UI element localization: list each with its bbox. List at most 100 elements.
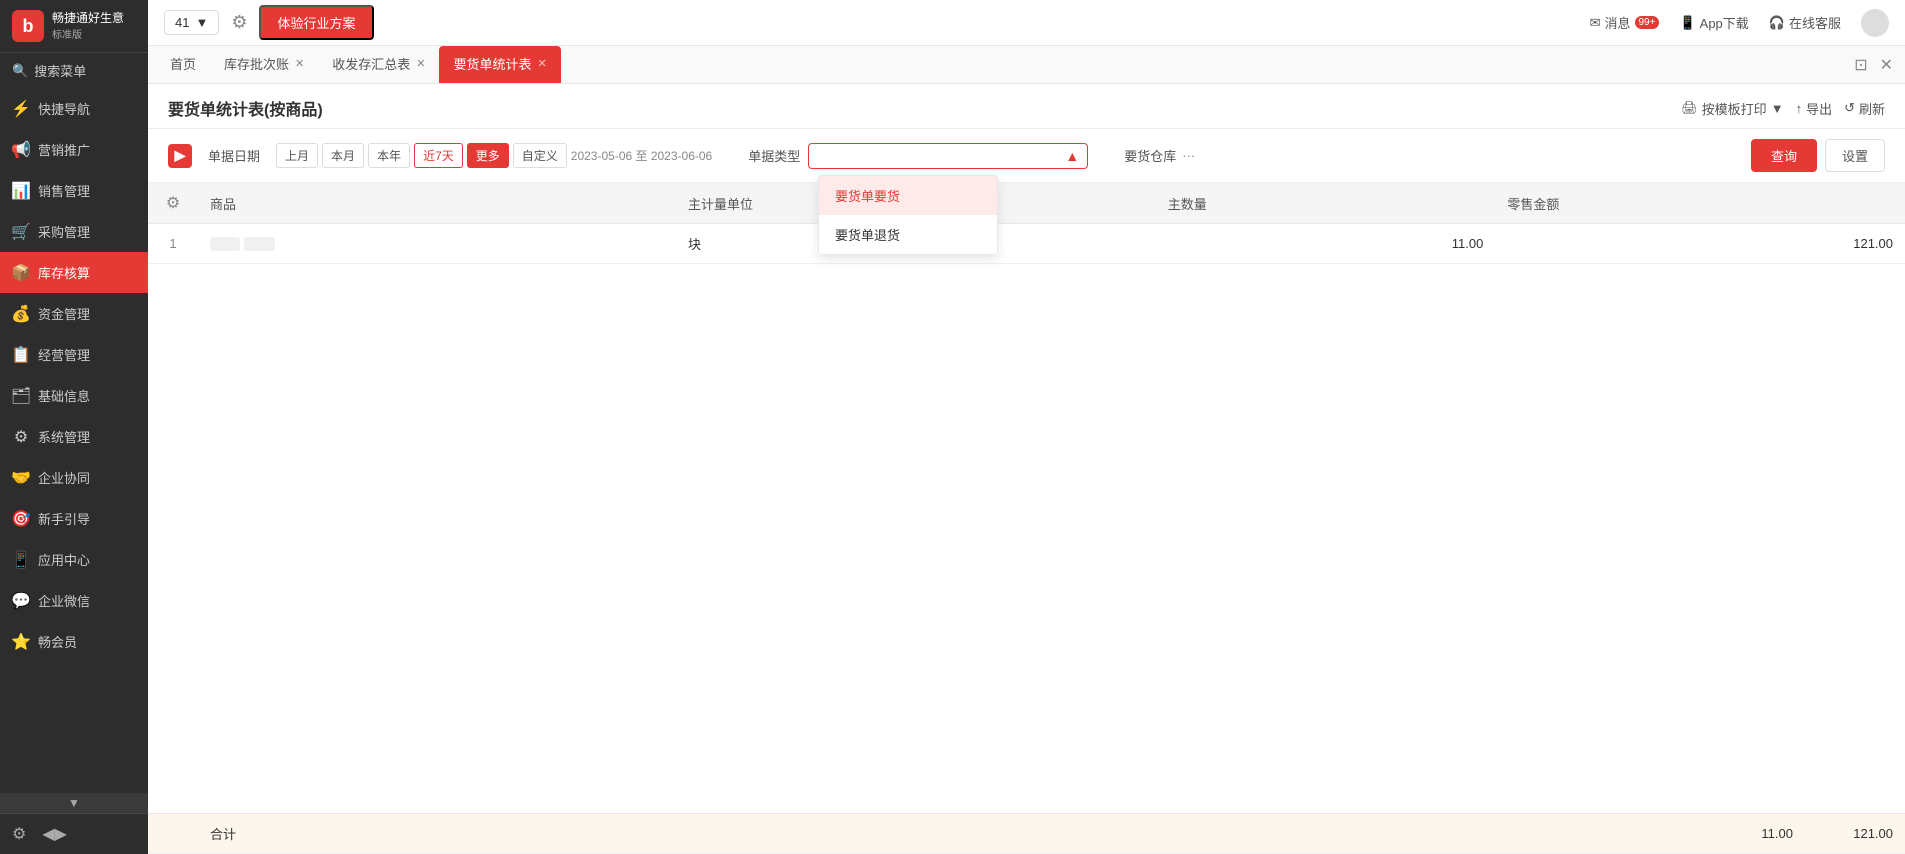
operations-icon: 📋 — [12, 346, 30, 364]
row-quantity: 11.00 — [1156, 224, 1496, 264]
sidebar-item-cooperation[interactable]: 🤝 企业协同 — [0, 457, 148, 498]
warehouse-more-icon[interactable]: ··· — [1182, 148, 1195, 163]
chevron-down-icon: ▼ — [1771, 101, 1784, 116]
type-select-value — [817, 148, 1065, 163]
sidebar-item-sales[interactable]: 📊 销售管理 — [0, 170, 148, 211]
filter-btn-this-year[interactable]: 本年 — [368, 143, 410, 168]
tab-close-all-icon[interactable]: ✕ — [1876, 51, 1897, 79]
dropdown-item-order-goods[interactable]: 要货单要货 — [819, 176, 997, 215]
service-icon: 🎧 — [1769, 15, 1785, 31]
export-button[interactable]: ↑ 导出 — [1796, 99, 1833, 118]
page-actions: 🖨 按模板打印 ▼ ↑ 导出 ↺ 刷新 — [1681, 99, 1885, 118]
dropdown-item-order-return[interactable]: 要货单退货 — [819, 215, 997, 254]
sidebar-item-finance[interactable]: 💰 资金管理 — [0, 293, 148, 334]
refresh-icon: ↺ — [1844, 100, 1855, 116]
guide-icon: 🎯 — [12, 510, 30, 528]
sidebar-item-quick-nav[interactable]: ⚡ 快捷导航 — [0, 88, 148, 129]
tab-receive-summary[interactable]: 收发存汇总表 ✕ — [318, 46, 439, 83]
product-tag2 — [244, 237, 274, 251]
filter-btn-more[interactable]: 更多 — [467, 143, 509, 168]
search-icon: 🔍 — [12, 63, 28, 79]
chevron-down-icon: ▼ — [68, 796, 80, 810]
filter-actions: 查询 设置 — [1751, 139, 1885, 172]
row-product — [198, 224, 676, 264]
filter-btn-last-month[interactable]: 上月 — [276, 143, 318, 168]
table-row: 1 块 11.00 121.00 — [148, 224, 1905, 264]
warehouse-filter-group: 要货仓库 ··· — [1124, 146, 1195, 165]
type-filter-select[interactable]: ▲ — [808, 143, 1088, 169]
finance-icon: 💰 — [12, 305, 30, 323]
avatar[interactable] — [1861, 9, 1889, 37]
sidebar-item-search[interactable]: 🔍 搜索菜单 — [0, 53, 148, 88]
settings-bottom-icon[interactable]: ⚙ — [12, 824, 26, 844]
sidebar-item-vip[interactable]: ⭐ 畅会员 — [0, 621, 148, 662]
refresh-button[interactable]: ↺ 刷新 — [1844, 99, 1885, 118]
tab-home[interactable]: 首页 — [156, 46, 210, 83]
type-filter-group: 单据类型 ▲ — [748, 143, 1088, 169]
messages-label: 消息 — [1604, 13, 1630, 32]
filter-expand-button[interactable]: ▶ — [168, 144, 192, 168]
sidebar-bottom: ⚙ ◀▶ — [0, 813, 148, 854]
trial-button[interactable]: 体验行业方案 — [259, 5, 373, 40]
app-download-btn[interactable]: 📱 App下载 — [1679, 13, 1748, 32]
sidebar-logo: b 畅捷通好生意 标准版 — [0, 0, 148, 53]
basic-icon: 🗂 — [12, 387, 30, 405]
sidebar-item-basic[interactable]: 🗂 基础信息 — [0, 375, 148, 416]
table-settings-icon[interactable]: ⚙ — [148, 183, 198, 224]
filter-btn-7days[interactable]: 近7天 — [414, 143, 463, 168]
sidebar-item-purchase[interactable]: 🛒 采购管理 — [0, 211, 148, 252]
tab-close-receive-summary[interactable]: ✕ — [416, 57, 425, 70]
sidebar-item-app-center[interactable]: 📱 应用中心 — [0, 539, 148, 580]
sidebar-item-guide[interactable]: 🎯 新手引导 — [0, 498, 148, 539]
sidebar-item-inventory[interactable]: 📦 库存核算 — [0, 252, 148, 293]
col-header-quantity: 主数量 — [1156, 183, 1496, 224]
query-button[interactable]: 查询 — [1751, 139, 1817, 172]
date-filter-group: 上月 本月 本年 近7天 更多 自定义 2023-05-06 至 2023-06… — [276, 143, 712, 168]
tenant-selector[interactable]: 41 ▼ — [164, 10, 219, 35]
quick-nav-icon: ⚡ — [12, 100, 30, 118]
sidebar-scroll-down[interactable]: ▼ — [0, 793, 148, 813]
print-button[interactable]: 🖨 按模板打印 ▼ — [1681, 99, 1783, 118]
tab-close-order-summary[interactable]: ✕ — [538, 57, 547, 70]
tab-order-summary[interactable]: 要货单统计表 ✕ — [439, 46, 560, 83]
tab-inventory-batch[interactable]: 库存批次账 ✕ — [210, 46, 318, 83]
cooperation-icon: 🤝 — [12, 469, 30, 487]
marketing-icon: 📢 — [12, 141, 30, 159]
sidebar-search-label: 搜索菜单 — [34, 61, 86, 80]
data-table-container: ⚙ 商品 主计量单位 主数量 零售金额 1 — [148, 183, 1905, 813]
brand-name: 畅捷通好生意 — [52, 11, 124, 27]
table-footer: 合计 11.00 121.00 — [148, 813, 1905, 854]
topbar: 41 ▼ ⚙ 体验行业方案 ✉ 消息 99+ 📱 App下载 🎧 在线客服 — [148, 0, 1905, 46]
filter-btn-custom[interactable]: 自定义 — [513, 143, 567, 168]
settings-icon[interactable]: ⚙ — [231, 12, 247, 33]
topbar-right: ✉ 消息 99+ 📱 App下载 🎧 在线客服 — [1590, 9, 1889, 37]
footer-label: 合计 — [198, 814, 1585, 854]
sidebar-item-wechat[interactable]: 💬 企业微信 — [0, 580, 148, 621]
type-filter-label: 单据类型 — [748, 146, 800, 165]
sidebar-item-operations[interactable]: 📋 经营管理 — [0, 334, 148, 375]
row-index: 1 — [148, 224, 198, 264]
export-icon: ↑ — [1796, 101, 1803, 116]
tabs-right-controls: ⊡ ✕ — [1850, 51, 1897, 79]
tab-close-inventory-batch[interactable]: ✕ — [295, 57, 304, 70]
tab-bar: 首页 库存批次账 ✕ 收发存汇总表 ✕ 要货单统计表 ✕ ⊡ ✕ — [148, 46, 1905, 84]
footer-quantity: 11.00 — [1705, 814, 1805, 854]
sidebar-item-system[interactable]: ⚙ 系统管理 — [0, 416, 148, 457]
filter-btn-this-month[interactable]: 本月 — [322, 143, 364, 168]
print-icon: 🖨 — [1681, 100, 1698, 116]
online-service-btn[interactable]: 🎧 在线客服 — [1769, 13, 1841, 32]
date-range-display: 2023-05-06 至 2023-06-06 — [571, 147, 712, 164]
vip-icon: ⭐ — [12, 633, 30, 651]
page-header: 要货单统计表(按商品) 🖨 按模板打印 ▼ ↑ 导出 ↺ 刷新 — [148, 84, 1905, 129]
setting-button[interactable]: 设置 — [1825, 139, 1885, 172]
product-tag — [210, 237, 240, 251]
messages-badge: 99+ — [1635, 16, 1660, 29]
main-content: 41 ▼ ⚙ 体验行业方案 ✉ 消息 99+ 📱 App下载 🎧 在线客服 首页 — [148, 0, 1905, 854]
footer-amount: 121.00 — [1805, 814, 1905, 854]
collapse-icon[interactable]: ◀▶ — [42, 824, 67, 844]
filter-bar: ▶ 单据日期 上月 本月 本年 近7天 更多 自定义 2023-05-06 至 … — [148, 129, 1905, 183]
sales-icon: 📊 — [12, 182, 30, 200]
tab-expand-icon[interactable]: ⊡ — [1850, 51, 1871, 79]
sidebar-item-marketing[interactable]: 📢 营销推广 — [0, 129, 148, 170]
messages-btn[interactable]: ✉ 消息 99+ — [1590, 13, 1660, 32]
